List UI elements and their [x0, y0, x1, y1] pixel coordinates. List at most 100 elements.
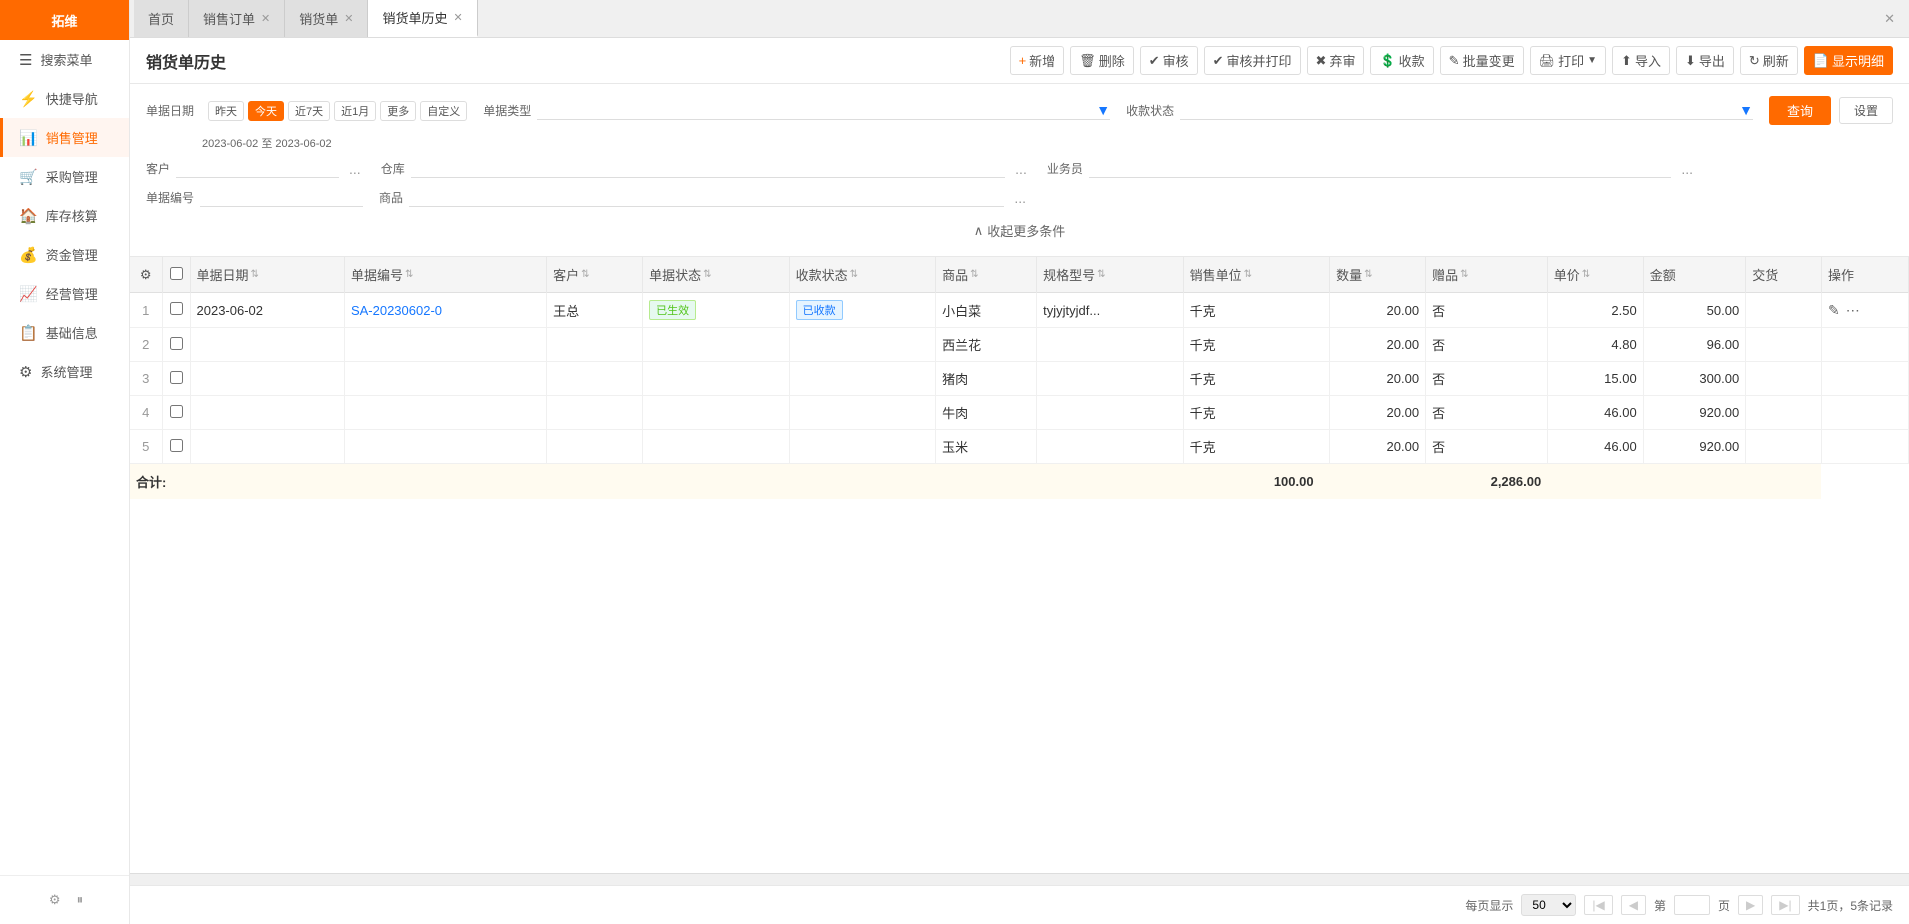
btn-today[interactable]: 今天 — [248, 101, 284, 121]
col-no-header[interactable]: 单据编号⇅ — [344, 257, 546, 293]
prev-page-btn[interactable]: ◀ — [1621, 895, 1646, 915]
doc-no-input[interactable] — [200, 188, 363, 207]
btn-new[interactable]: + 新增 — [1010, 46, 1065, 75]
col-goods-header[interactable]: 商品⇅ — [936, 257, 1037, 293]
col-status-header[interactable]: 单据状态⇅ — [643, 257, 789, 293]
btn-import[interactable]: ⬆ 导入 — [1612, 46, 1670, 75]
col-collect-status-header[interactable]: 收款状态⇅ — [789, 257, 935, 293]
col-amount-header[interactable]: 金额 — [1643, 257, 1746, 293]
tab-sales-history[interactable]: 销货单历史 ✕ — [368, 0, 477, 37]
date-quick-buttons: 昨天 今天 近7天 近1月 更多 自定义 — [208, 101, 467, 121]
next-page-btn[interactable]: ▶ — [1738, 895, 1763, 915]
customer-input[interactable] — [176, 159, 339, 178]
row-date-0: 2023-06-02 — [190, 293, 344, 328]
sidebar-item-base-info[interactable]: 📋 基础信息 — [0, 313, 129, 352]
goods-input[interactable] — [409, 188, 1004, 207]
page-input[interactable]: 1 — [1674, 895, 1710, 915]
sidebar-item-finance-mgmt[interactable]: 💰 资金管理 — [0, 235, 129, 274]
btn-collect[interactable]: 💲 收款 — [1370, 46, 1433, 75]
row-checkbox-2[interactable] — [162, 362, 190, 396]
col-unit-header[interactable]: 销售单位⇅ — [1183, 257, 1329, 293]
collapse-button[interactable]: ∧ 收起更多条件 — [966, 217, 1074, 244]
collect-status-input[interactable] — [1180, 101, 1739, 119]
btn-custom[interactable]: 自定义 — [420, 101, 467, 121]
doc-type-input[interactable] — [537, 101, 1096, 119]
btn-batch-change[interactable]: ✎ 批量变更 — [1440, 46, 1524, 75]
row-checkbox-3[interactable] — [162, 396, 190, 430]
doc-no-link-0[interactable]: SA-20230602-0 — [351, 303, 442, 318]
row-checkbox-4[interactable] — [162, 430, 190, 464]
row-checkbox-1[interactable] — [162, 328, 190, 362]
pause-bottom-icon[interactable]: ⏸ — [77, 892, 84, 908]
last-page-btn[interactable]: ▶| — [1771, 895, 1799, 915]
btn-refresh[interactable]: ↻ 刷新 — [1740, 46, 1798, 75]
btn-show-detail[interactable]: 📄 显示明细 — [1804, 46, 1893, 75]
staff-ellipsis[interactable]: ... — [1677, 161, 1697, 177]
col-delivery-header[interactable]: 交货 — [1746, 257, 1822, 293]
status-badge-0: 已生效 — [649, 300, 696, 320]
tab-sales-order[interactable]: 销售订单 ✕ — [189, 0, 285, 37]
customer-ellipsis[interactable]: ... — [345, 161, 365, 177]
row-unit-2: 千克 — [1183, 362, 1329, 396]
goods-ellipsis[interactable]: ... — [1010, 190, 1030, 206]
select-all-checkbox[interactable] — [170, 267, 183, 280]
staff-input[interactable] — [1089, 159, 1671, 178]
warehouse-input[interactable] — [411, 159, 1005, 178]
page-size-select[interactable]: 50 100 200 — [1521, 894, 1576, 916]
sort-no-icon: ⇅ — [405, 269, 413, 280]
btn-7days[interactable]: 近7天 — [288, 101, 330, 121]
doc-type-dropdown-icon[interactable]: ▼ — [1096, 102, 1110, 118]
tab-home[interactable]: 首页 — [134, 0, 189, 37]
sidebar-item-stock-calc[interactable]: 🏠 库存核算 — [0, 196, 129, 235]
close-all-tabs[interactable]: ✕ — [1874, 11, 1905, 27]
tab-sales-goods[interactable]: 销货单 ✕ — [285, 0, 368, 37]
sidebar-item-sales-mgmt[interactable]: 📊 销售管理 — [0, 118, 129, 157]
sidebar-item-sys-mgmt[interactable]: ⚙ 系统管理 — [0, 352, 129, 391]
tab-sales-order-close[interactable]: ✕ — [261, 12, 270, 25]
delete-icon: 🗑 — [1079, 53, 1096, 69]
column-settings-icon[interactable]: ⚙ — [140, 267, 152, 282]
first-page-btn[interactable]: |◀ — [1584, 895, 1612, 915]
btn-export[interactable]: ⬇ 导出 — [1676, 46, 1734, 75]
row-customer-1 — [547, 328, 643, 362]
row-checkbox-0[interactable] — [162, 293, 190, 328]
plus-icon: + — [1019, 53, 1027, 68]
set-button[interactable]: 设置 — [1839, 97, 1893, 124]
sidebar-item-search-menu[interactable]: ☰ 搜索菜单 — [0, 40, 129, 79]
horizontal-scrollbar[interactable] — [130, 873, 1909, 885]
col-settings[interactable]: ⚙ — [130, 257, 162, 293]
sidebar-item-purchase-mgmt[interactable]: 🛒 采购管理 — [0, 157, 129, 196]
tab-sales-history-close[interactable]: ✕ — [454, 11, 463, 24]
btn-1month[interactable]: 近1月 — [334, 101, 376, 121]
tab-sales-goods-close[interactable]: ✕ — [344, 12, 353, 25]
btn-abandon[interactable]: ✖ 弃审 — [1307, 46, 1365, 75]
btn-more[interactable]: 更多 — [380, 101, 416, 121]
col-qty-header[interactable]: 数量⇅ — [1330, 257, 1426, 293]
collect-status-dropdown-icon[interactable]: ▼ — [1739, 102, 1753, 118]
batch-change-icon: ✎ — [1449, 53, 1460, 69]
settings-bottom-icon[interactable]: ⚙ — [49, 892, 61, 908]
btn-yesterday[interactable]: 昨天 — [208, 101, 244, 121]
table-row: 5玉米千克20.00否46.00920.00 — [130, 430, 1909, 464]
edit-icon-0[interactable]: ✎ — [1828, 302, 1840, 319]
col-date-header[interactable]: 单据日期⇅ — [190, 257, 344, 293]
more-icon-0[interactable]: ⋯ — [1846, 302, 1860, 319]
table-row: 12023-06-02SA-20230602-0王总已生效已收款小白菜tyjyj… — [130, 293, 1909, 328]
col-price-header[interactable]: 单价⇅ — [1547, 257, 1643, 293]
warehouse-ellipsis[interactable]: ... — [1011, 161, 1031, 177]
col-customer-header[interactable]: 客户⇅ — [547, 257, 643, 293]
filter-goods: 商品 ... — [379, 188, 1030, 207]
filter-doc-no: 单据编号 — [146, 188, 363, 207]
sidebar-item-ops-mgmt[interactable]: 📈 经营管理 — [0, 274, 129, 313]
row-goods-4: 玉米 — [936, 430, 1037, 464]
btn-audit[interactable]: ✔ 审核 — [1140, 46, 1198, 75]
btn-print[interactable]: 🖨 打印 ▼ — [1530, 46, 1606, 75]
col-gift-header[interactable]: 赠品⇅ — [1426, 257, 1548, 293]
sidebar-item-quick-nav[interactable]: ⚡ 快捷导航 — [0, 79, 129, 118]
btn-audit-print[interactable]: ✔ 审核并打印 — [1204, 46, 1301, 75]
col-spec-header[interactable]: 规格型号⇅ — [1037, 257, 1183, 293]
btn-delete[interactable]: 🗑 删除 — [1070, 46, 1134, 75]
row-price-3: 46.00 — [1547, 396, 1643, 430]
col-checkbox[interactable] — [162, 257, 190, 293]
search-button[interactable]: 查询 — [1769, 96, 1831, 125]
